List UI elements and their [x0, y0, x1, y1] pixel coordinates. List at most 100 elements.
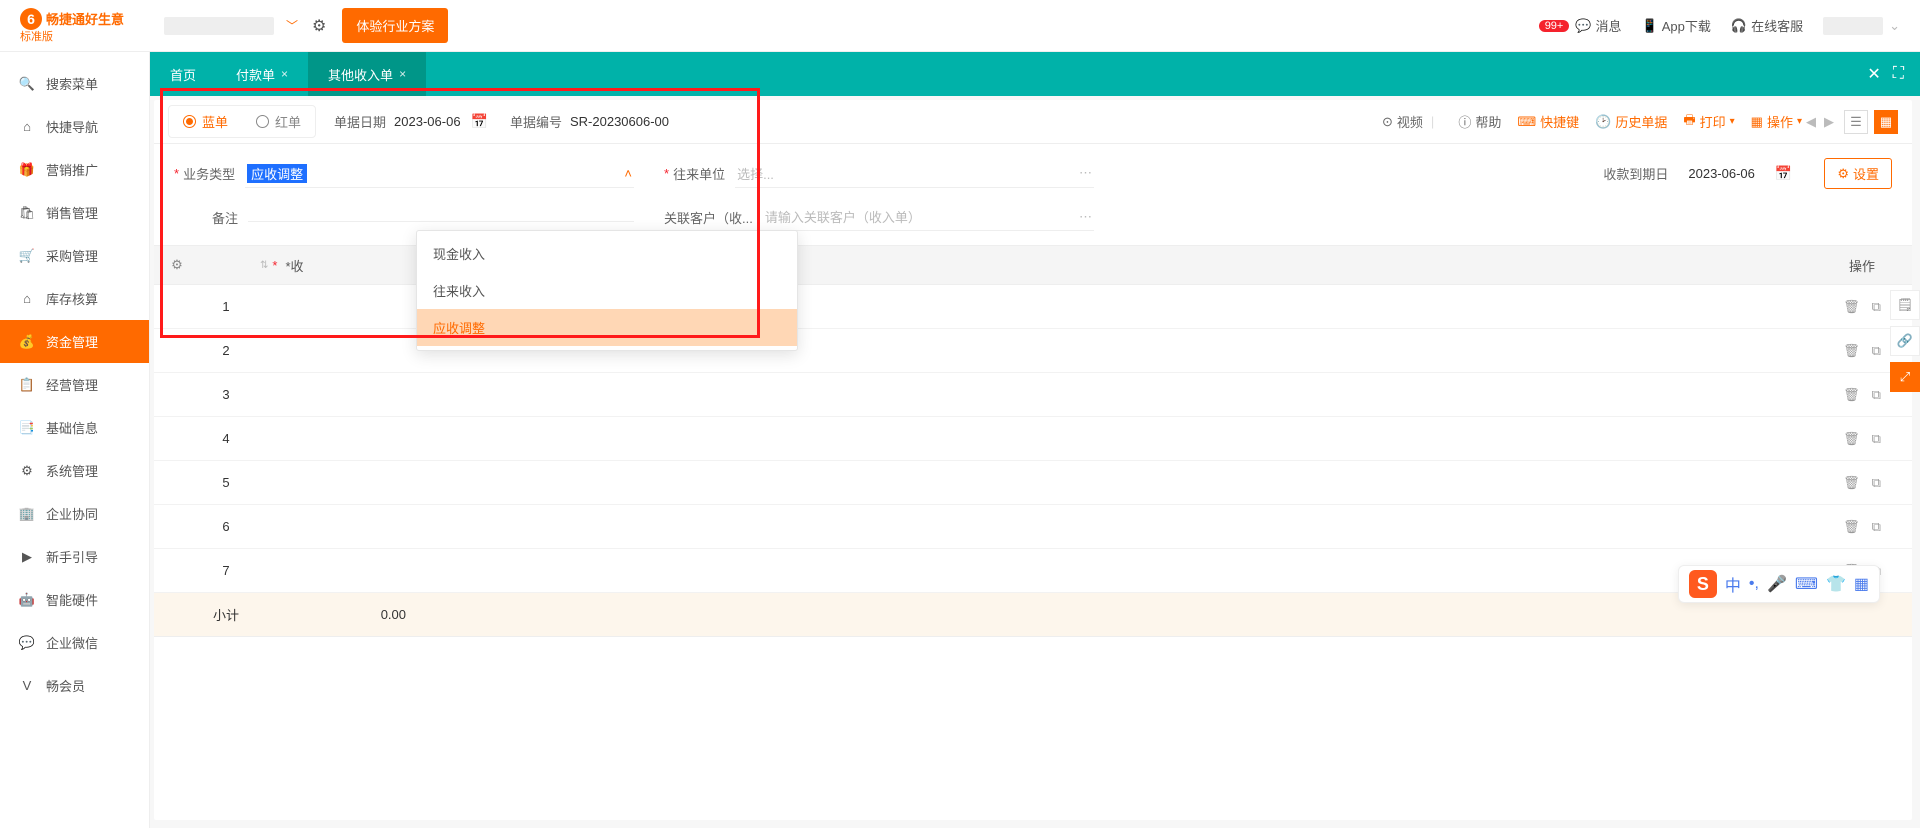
- calendar-icon[interactable]: 📅: [471, 113, 488, 130]
- tab-close-icon[interactable]: ×: [281, 67, 288, 81]
- history-link[interactable]: 🕑历史单据: [1595, 112, 1667, 131]
- chip-expand-icon[interactable]: ⤢: [1890, 362, 1920, 392]
- messages-badge: 99+: [1539, 20, 1570, 32]
- headset-icon: 🎧: [1731, 18, 1747, 34]
- sidebar-item[interactable]: 🛒采购管理: [0, 234, 149, 277]
- delete-icon[interactable]: 🗑: [1843, 343, 1860, 359]
- dropdown-option[interactable]: 应收调整: [417, 309, 797, 346]
- copy-icon[interactable]: ⧉: [1872, 475, 1881, 491]
- chip-note-icon[interactable]: 🗒: [1890, 290, 1920, 320]
- shortcut-link[interactable]: ⌨快捷键: [1517, 112, 1579, 131]
- tab-close-all-icon[interactable]: ✕: [1867, 64, 1880, 84]
- sidebar-item[interactable]: V畅会员: [0, 664, 149, 707]
- sidebar-label: 智能硬件: [46, 590, 98, 609]
- settings-button[interactable]: ⚙设置: [1824, 158, 1892, 189]
- copy-icon[interactable]: ⧉: [1872, 431, 1881, 447]
- calendar-icon[interactable]: 📅: [1775, 165, 1792, 182]
- next-doc-icon[interactable]: ▶: [1824, 114, 1834, 130]
- ime-mic-icon[interactable]: 🎤: [1767, 574, 1787, 594]
- ime-skin-icon[interactable]: 👕: [1826, 574, 1846, 594]
- sidebar-item[interactable]: ⌂库存核算: [0, 277, 149, 320]
- sidebar-item[interactable]: 🛍销售管理: [0, 191, 149, 234]
- sidebar: 🔍搜索菜单⌂快捷导航🎁营销推广🛍销售管理🛒采购管理⌂库存核算💰资金管理📋经营管理…: [0, 52, 150, 828]
- unit-select[interactable]: 选择... ⋯: [735, 160, 1094, 188]
- sort-icon[interactable]: ⇅: [260, 260, 268, 271]
- date-label: 单据日期: [334, 112, 386, 131]
- sidebar-icon: 📑: [18, 420, 36, 436]
- sidebar-item[interactable]: 💰资金管理: [0, 320, 149, 363]
- delete-icon[interactable]: 🗑: [1843, 299, 1860, 315]
- sidebar-item[interactable]: 🤖 智能硬件: [0, 578, 149, 621]
- user-avatar-blurred[interactable]: [1823, 17, 1883, 35]
- sidebar-item[interactable]: ▶新手引导: [0, 535, 149, 578]
- video-link[interactable]: ⊙视频: [1382, 112, 1423, 131]
- table-row[interactable]: 7🗑⧉: [154, 549, 1912, 593]
- dropdown-option[interactable]: 现金收入: [417, 235, 797, 272]
- app-download-link[interactable]: 📱 App下载: [1642, 16, 1711, 35]
- logo-icon: 6: [20, 8, 42, 30]
- messages-link[interactable]: 99+ 💬 消息: [1539, 16, 1622, 35]
- tab-expand-icon[interactable]: ⛶: [1893, 65, 1904, 83]
- gear-icon[interactable]: ⚙: [312, 16, 326, 36]
- sidebar-item[interactable]: 📋经营管理: [0, 363, 149, 406]
- sidebar-icon: 🤖: [18, 592, 36, 608]
- more-icon: ⋯: [1079, 165, 1092, 181]
- biz-type-select[interactable]: 应收调整 ˄: [245, 160, 634, 188]
- delete-icon[interactable]: 🗑: [1843, 431, 1860, 447]
- ime-menu-icon[interactable]: ▦: [1854, 574, 1869, 594]
- sidebar-icon: 💰: [18, 334, 36, 350]
- help-link[interactable]: ⓘ帮助: [1458, 112, 1501, 131]
- radio-red[interactable]: 红单: [242, 106, 315, 137]
- sidebar-item[interactable]: ⌂快捷导航: [0, 105, 149, 148]
- view-list-icon[interactable]: ☰: [1844, 110, 1868, 134]
- chip-link-icon[interactable]: 🔗: [1890, 326, 1920, 356]
- due-value[interactable]: 2023-06-06: [1688, 166, 1755, 181]
- ime-keyboard-icon[interactable]: ⌨: [1795, 574, 1818, 594]
- dropdown-option[interactable]: 往来收入: [417, 272, 797, 309]
- ops-link[interactable]: ▦操作▾: [1751, 112, 1802, 131]
- sidebar-icon: V: [18, 678, 36, 693]
- remark-input[interactable]: [248, 213, 634, 222]
- sidebar-item[interactable]: 🎁营销推广: [0, 148, 149, 191]
- sidebar-item[interactable]: 📑基础信息: [0, 406, 149, 449]
- copy-icon[interactable]: ⧉: [1872, 299, 1881, 315]
- table-row[interactable]: 5🗑⧉: [154, 461, 1912, 505]
- sidebar-icon: ⌂: [18, 119, 36, 134]
- tab[interactable]: 付款单×: [216, 52, 308, 96]
- copy-icon[interactable]: ⧉: [1872, 387, 1881, 403]
- date-value[interactable]: 2023-06-06: [394, 114, 461, 129]
- prev-doc-icon[interactable]: ◀: [1806, 114, 1816, 130]
- table-row[interactable]: 6🗑⧉: [154, 505, 1912, 549]
- tab[interactable]: 首页: [150, 52, 216, 96]
- sidebar-item[interactable]: 🔍搜索菜单: [0, 62, 149, 105]
- online-service-link[interactable]: 🎧 在线客服: [1731, 16, 1803, 35]
- ime-toolbar[interactable]: S 中 •, 🎤 ⌨ 👕 ▦: [1678, 565, 1880, 603]
- grid-settings-icon[interactable]: ⚙: [154, 257, 200, 273]
- view-card-icon[interactable]: ▦: [1874, 110, 1898, 134]
- copy-icon[interactable]: ⧉: [1872, 343, 1881, 359]
- chevron-up-icon: ˄: [624, 166, 632, 181]
- biz-type-label: 业务类型: [183, 164, 235, 183]
- tab-close-icon[interactable]: ×: [399, 67, 406, 81]
- sidebar-icon: 🏢: [18, 506, 36, 522]
- tab[interactable]: 其他收入单×: [308, 52, 426, 96]
- tenant-chevron-icon[interactable]: ﹀: [286, 17, 298, 34]
- table-row[interactable]: 4🗑⧉: [154, 417, 1912, 461]
- ime-punct-icon[interactable]: •,: [1749, 575, 1759, 593]
- delete-icon[interactable]: 🗑: [1843, 475, 1860, 491]
- doc-color-radio: 蓝单 红单: [168, 105, 316, 138]
- delete-icon[interactable]: 🗑: [1843, 387, 1860, 403]
- sidebar-item[interactable]: 💬企业微信: [0, 621, 149, 664]
- print-link[interactable]: 🖶打印▾: [1683, 111, 1734, 133]
- delete-icon[interactable]: 🗑: [1843, 519, 1860, 535]
- radio-blue[interactable]: 蓝单: [169, 106, 242, 137]
- sidebar-item[interactable]: 🏢企业协同: [0, 492, 149, 535]
- try-industry-button[interactable]: 体验行业方案: [342, 8, 448, 43]
- rel-customer-input[interactable]: 请输入关联客户（收入单） ⋯: [763, 203, 1094, 231]
- sidebar-label: 采购管理: [46, 246, 98, 265]
- table-row[interactable]: 3🗑⧉: [154, 373, 1912, 417]
- sidebar-item[interactable]: ⚙系统管理: [0, 449, 149, 492]
- ime-lang[interactable]: 中: [1725, 572, 1741, 596]
- user-chevron-icon[interactable]: ⌄: [1889, 18, 1900, 34]
- copy-icon[interactable]: ⧉: [1872, 519, 1881, 535]
